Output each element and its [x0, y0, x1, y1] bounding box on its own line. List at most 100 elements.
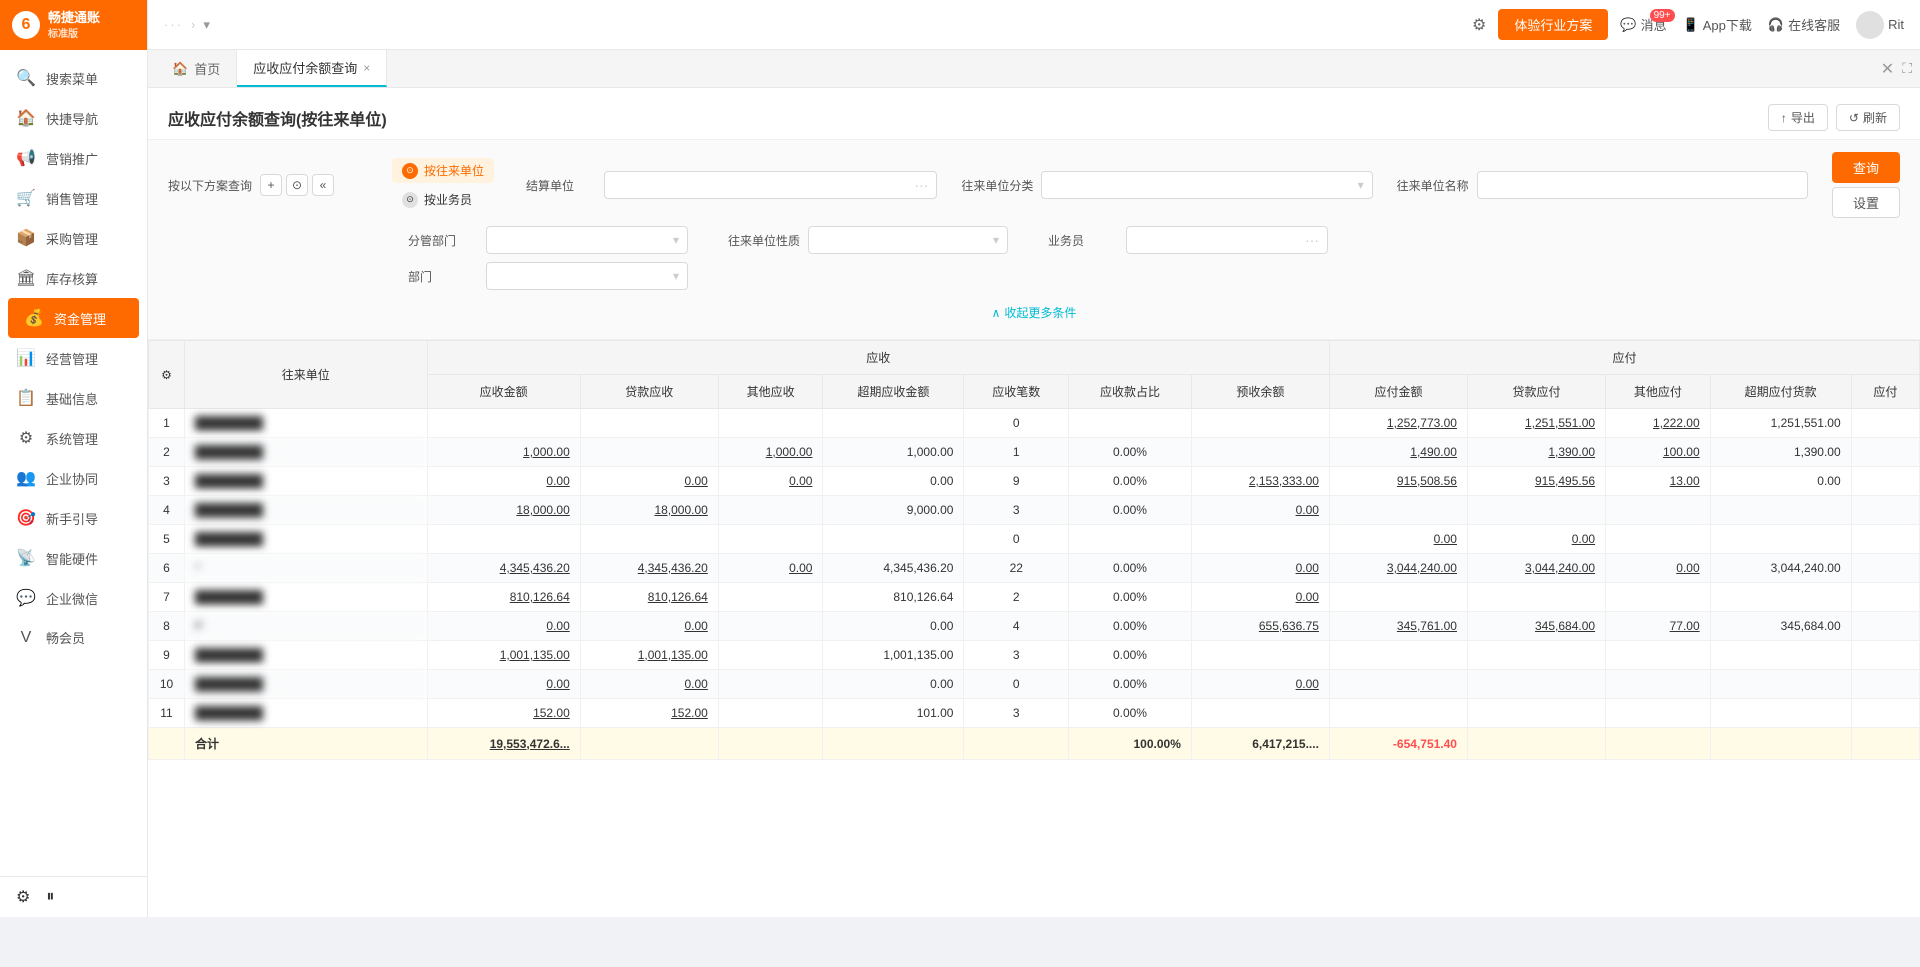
- service-btn[interactable]: 🎧 在线客服: [1768, 15, 1840, 34]
- sidebar-item-快捷导航[interactable]: 🏠 快捷导航: [0, 98, 147, 138]
- table-cell[interactable]: 0.00: [580, 612, 718, 641]
- scheme-add-btn[interactable]: +: [260, 174, 282, 196]
- window-close-icon[interactable]: ✕: [1881, 59, 1894, 79]
- table-cell[interactable]: 0.00: [1191, 670, 1329, 699]
- table-row: 9████████1,001,135.001,001,135.001,001,1…: [149, 641, 1920, 670]
- scheme-collapse-btn[interactable]: «: [312, 174, 334, 196]
- sidebar-item-搜索菜单[interactable]: 🔍 搜索菜单: [0, 58, 147, 98]
- table-cell[interactable]: 0.00: [427, 467, 580, 496]
- trial-btn[interactable]: 体验行业方案: [1498, 9, 1608, 40]
- table-cell[interactable]: 1,001,135.00: [427, 641, 580, 670]
- scheme-edit-btn[interactable]: ⊙: [286, 174, 308, 196]
- table-cell[interactable]: 1,252,773.00: [1329, 409, 1467, 438]
- table-cell[interactable]: 0.00: [718, 554, 823, 583]
- download-btn[interactable]: 📱 App下载: [1683, 15, 1752, 34]
- table-cell[interactable]: 0.00: [427, 670, 580, 699]
- tab-close-icon[interactable]: ×: [363, 61, 370, 75]
- table-cell[interactable]: 4,345,436.20: [427, 554, 580, 583]
- table-cell[interactable]: 345,684.00: [1467, 612, 1605, 641]
- table-cell: [718, 699, 823, 728]
- table-cell[interactable]: 1,222.00: [1606, 409, 1711, 438]
- window-expand-icon[interactable]: ⛶: [1902, 60, 1912, 77]
- subdept-input[interactable]: ▾: [486, 262, 688, 290]
- sidebar-footer[interactable]: ⚙ ⏸: [0, 876, 147, 917]
- sidebar-item-资金管理[interactable]: 💰 资金管理: [8, 298, 139, 338]
- table-cell[interactable]: 1,490.00: [1329, 438, 1467, 467]
- table-cell[interactable]: 0.00: [1329, 525, 1467, 554]
- table-cell[interactable]: 655,636.75: [1191, 612, 1329, 641]
- table-cell[interactable]: 0.00: [427, 612, 580, 641]
- table-cell[interactable]: 3,044,240.00: [1467, 554, 1605, 583]
- partner-name-input[interactable]: [1477, 171, 1808, 199]
- table-cell[interactable]: 152.00: [580, 699, 718, 728]
- sidebar-item-企业微信[interactable]: 💬 企业微信: [0, 578, 147, 618]
- table-cell[interactable]: 0.00: [1467, 525, 1605, 554]
- th-settings[interactable]: ⚙: [149, 341, 185, 409]
- sidebar-item-库存核算[interactable]: 🏛 库存核算: [0, 258, 147, 298]
- table-cell[interactable]: 915,495.56: [1467, 467, 1605, 496]
- sidebar-icon: 📦: [16, 228, 36, 248]
- table-cell[interactable]: 810,126.64: [427, 583, 580, 612]
- table-cell[interactable]: 77.00: [1606, 612, 1711, 641]
- table-cell[interactable]: 810,126.64: [580, 583, 718, 612]
- table-cell[interactable]: 4,345,436.20: [580, 554, 718, 583]
- table-cell: [1467, 641, 1605, 670]
- filter-collapse-btn[interactable]: ∧ 收起更多条件: [168, 298, 1900, 327]
- settings-icon[interactable]: ⚙: [1472, 15, 1486, 35]
- tab-home[interactable]: 🏠 首页: [156, 51, 237, 86]
- table-cell[interactable]: 1,390.00: [1467, 438, 1605, 467]
- table-cell[interactable]: 345,761.00: [1329, 612, 1467, 641]
- salesman-input[interactable]: ···: [1126, 226, 1328, 254]
- setting-button[interactable]: 设置: [1832, 187, 1900, 218]
- export-button[interactable]: ↑ 导出: [1768, 104, 1828, 131]
- sidebar-item-经营管理[interactable]: 📊 经营管理: [0, 338, 147, 378]
- table-cell[interactable]: 0.00: [718, 467, 823, 496]
- table-cell[interactable]: 100.00: [1606, 438, 1711, 467]
- sidebar-item-畅会员[interactable]: V 畅会员: [0, 618, 147, 657]
- filter-option-partner[interactable]: ⊙ 按往来单位: [392, 158, 494, 183]
- table-cell[interactable]: 1,000.00: [427, 438, 580, 467]
- table-cell[interactable]: 13.00: [1606, 467, 1711, 496]
- table-cell: [823, 409, 964, 438]
- table-cell[interactable]: 3,044,240.00: [1329, 554, 1467, 583]
- settlement-input[interactable]: ···: [604, 171, 937, 199]
- gear-icon[interactable]: ⚙: [16, 887, 30, 907]
- table-cell[interactable]: 152.00: [427, 699, 580, 728]
- sidebar-item-智能硬件[interactable]: 📡 智能硬件: [0, 538, 147, 578]
- sidebar-item-营销推广[interactable]: 📢 营销推广: [0, 138, 147, 178]
- table-cell[interactable]: 1,251,551.00: [1467, 409, 1605, 438]
- refresh-button[interactable]: ↺ 刷新: [1836, 104, 1900, 131]
- table-cell[interactable]: 1,001,135.00: [580, 641, 718, 670]
- table-cell[interactable]: 0.00: [1606, 554, 1711, 583]
- table-cell[interactable]: 2,153,333.00: [1191, 467, 1329, 496]
- message-btn[interactable]: 💬 消息 99+: [1620, 15, 1666, 34]
- sidebar-item-系统管理[interactable]: ⚙ 系统管理: [0, 418, 147, 458]
- table-row: 8P0.000.000.0040.00%655,636.75345,761.00…: [149, 612, 1920, 641]
- footer-ar-amount[interactable]: 19,553,472.6...: [427, 728, 580, 760]
- breadcrumb-chevron[interactable]: ▾: [203, 17, 210, 33]
- table-cell[interactable]: 0.00: [1191, 583, 1329, 612]
- collapse-icon[interactable]: ⏸: [46, 888, 54, 906]
- sidebar-item-基础信息[interactable]: 📋 基础信息: [0, 378, 147, 418]
- filter-option-salesman[interactable]: ⊙ 按业务员: [392, 187, 494, 212]
- table-cell[interactable]: 0.00: [580, 467, 718, 496]
- sidebar-item-采购管理[interactable]: 📦 采购管理: [0, 218, 147, 258]
- query-button[interactable]: 查询: [1832, 152, 1900, 183]
- tab-ar-query[interactable]: 应收应付余额查询 ×: [237, 50, 387, 87]
- user-menu[interactable]: Rit: [1856, 11, 1904, 39]
- table-cell: 0.00%: [1069, 699, 1192, 728]
- partner-nature-input[interactable]: ▾: [808, 226, 1008, 254]
- sidebar-item-新手引导[interactable]: 🎯 新手引导: [0, 498, 147, 538]
- partner-type-input[interactable]: ▾: [1041, 171, 1372, 199]
- dept-input[interactable]: ▾: [486, 226, 688, 254]
- table-cell[interactable]: 0.00: [1191, 554, 1329, 583]
- sidebar-item-销售管理[interactable]: 🛒 销售管理: [0, 178, 147, 218]
- sidebar-item-企业协同[interactable]: 👥 企业协同: [0, 458, 147, 498]
- th-ap-overdue: 超期应付货款: [1710, 375, 1851, 409]
- table-cell[interactable]: 1,000.00: [718, 438, 823, 467]
- table-cell[interactable]: 18,000.00: [580, 496, 718, 525]
- table-cell[interactable]: 0.00: [1191, 496, 1329, 525]
- table-cell[interactable]: 0.00: [580, 670, 718, 699]
- table-cell[interactable]: 18,000.00: [427, 496, 580, 525]
- table-cell[interactable]: 915,508.56: [1329, 467, 1467, 496]
